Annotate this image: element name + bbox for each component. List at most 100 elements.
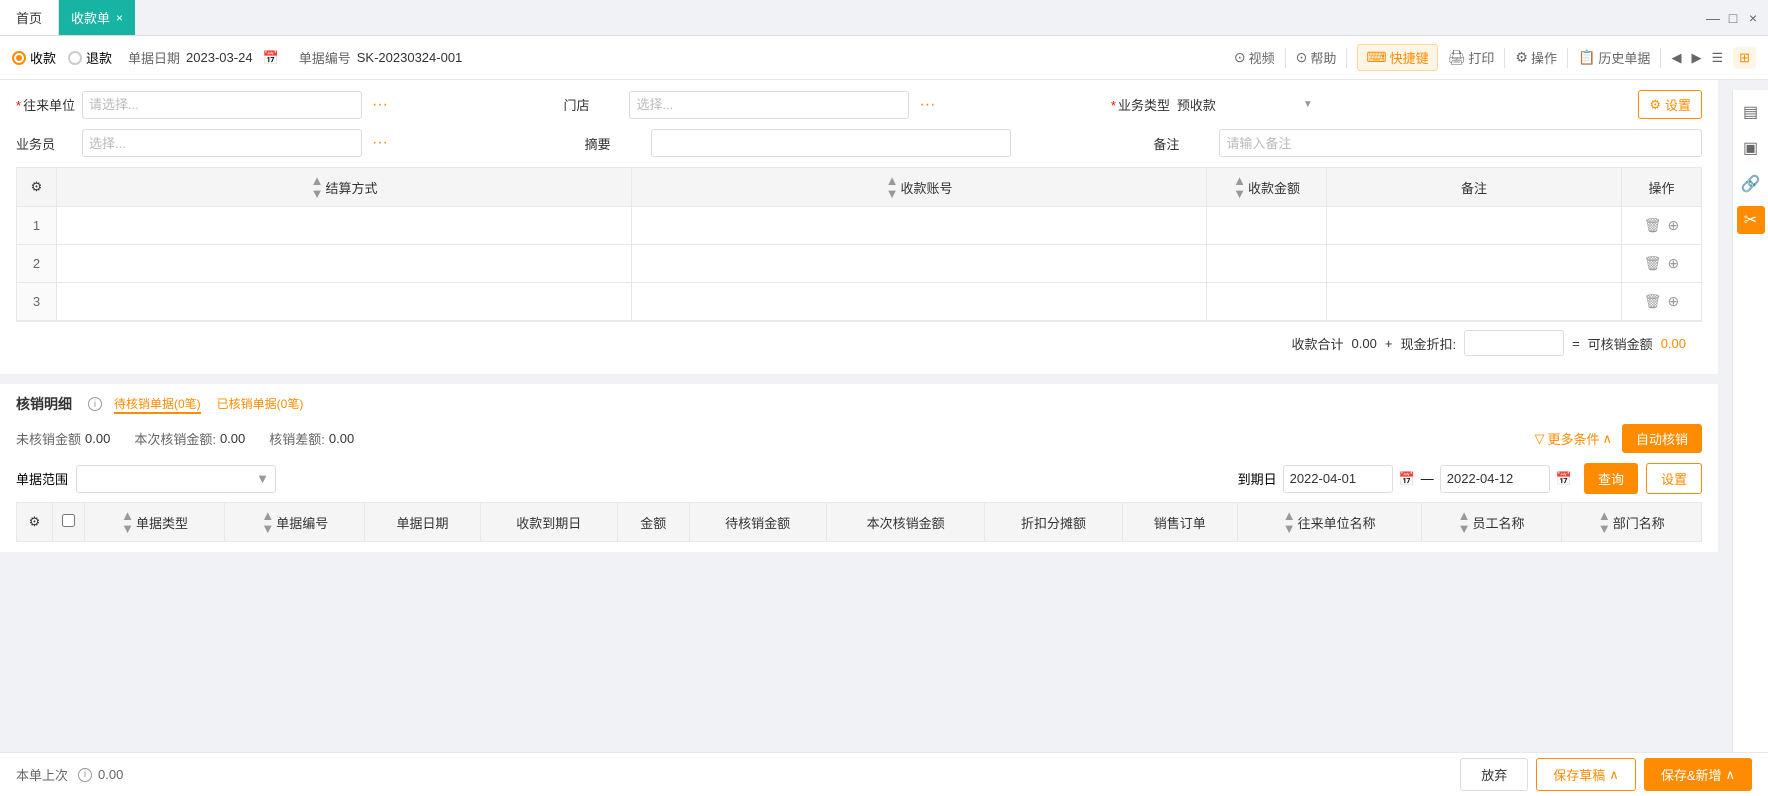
date-field: 单据日期 2023-03-24 📅 <box>128 48 283 68</box>
amount-cell-1[interactable] <box>1207 207 1327 245</box>
remark-cell-2[interactable] <box>1327 245 1622 283</box>
section-title: 核销明细 <box>16 394 72 414</box>
action-cell-3: 🗑 ⊕ <box>1622 283 1702 321</box>
staff-sort-icon[interactable]: ▲▼ <box>1458 509 1471 535</box>
more-filter-button[interactable]: ▽ 更多条件 ∧ <box>1534 429 1612 448</box>
settings-filter-button[interactable]: 设置 <box>1646 463 1702 494</box>
query-button[interactable]: 查询 <box>1584 463 1638 494</box>
radio-receipt[interactable]: 收款 <box>12 48 56 67</box>
dept-sort-icon[interactable]: ▲▼ <box>1598 509 1611 535</box>
help-button[interactable]: ⊙ 帮助 <box>1296 48 1337 67</box>
close-button[interactable]: × <box>1746 11 1760 25</box>
bottom-col-this-verify: 本次核销金额 <box>826 503 985 542</box>
amount-cell-2[interactable] <box>1207 245 1327 283</box>
account-cell-2[interactable] <box>632 245 1207 283</box>
print-button[interactable]: 🖨 打印 <box>1448 48 1495 67</box>
video-icon: ⊙ <box>1234 49 1246 66</box>
staff-more-icon[interactable]: ··· <box>368 134 392 152</box>
doc-type-sort-icon[interactable]: ▲▼ <box>121 509 134 535</box>
amount-cell-3[interactable] <box>1207 283 1327 321</box>
copy-icon-2[interactable]: ⊕ <box>1668 255 1680 272</box>
panel-icon-2[interactable]: ▣ <box>1739 134 1762 162</box>
copy-icon-3[interactable]: ⊕ <box>1668 293 1680 310</box>
settlement-sort-icon[interactable]: ▲▼ <box>311 174 324 200</box>
view-card-button[interactable]: ⊞ <box>1733 47 1756 69</box>
settlement-cell-3[interactable] <box>57 283 632 321</box>
radio-refund[interactable]: 退款 <box>68 48 112 67</box>
auto-verify-button[interactable]: 自动核销 <box>1622 424 1702 453</box>
delete-icon-1[interactable]: 🗑 <box>1644 217 1662 234</box>
partner-sort-icon[interactable]: ▲▼ <box>1283 509 1296 535</box>
account-cell-3[interactable] <box>632 283 1207 321</box>
panel-icon-3[interactable]: 🔗 <box>1737 170 1765 198</box>
divider5 <box>1660 48 1661 68</box>
nav-next-button[interactable]: ▶ <box>1691 50 1701 66</box>
remark-input[interactable] <box>1219 129 1702 157</box>
discard-button[interactable]: 放弃 <box>1460 758 1528 791</box>
maximize-button[interactable]: □ <box>1726 11 1740 25</box>
store-input[interactable] <box>629 91 909 119</box>
operation-label: 操作 <box>1531 48 1557 67</box>
operation-button[interactable]: ⚙ 操作 <box>1515 48 1557 67</box>
partner-more-icon[interactable]: ··· <box>368 96 392 114</box>
shortcut-label: 快捷键 <box>1390 48 1429 67</box>
delete-icon-3[interactable]: 🗑 <box>1644 293 1662 310</box>
date-from-input[interactable] <box>1283 465 1393 493</box>
biz-type-chevron-icon[interactable]: ▼ <box>1303 99 1313 110</box>
date-picker-icon[interactable]: 📅 <box>259 48 283 68</box>
discount-input[interactable] <box>1464 330 1564 356</box>
minimize-button[interactable]: — <box>1706 11 1720 25</box>
remark-cell-1[interactable] <box>1327 207 1622 245</box>
number-field: 单据编号 SK-20230324-001 <box>299 48 463 67</box>
summary-label: 摘要 <box>585 134 645 153</box>
bottom-col-checkbox[interactable] <box>53 503 85 542</box>
store-label: 门店 <box>563 95 623 114</box>
nav-prev-button[interactable]: ◀ <box>1671 50 1681 66</box>
bottom-col-doc-type: ▲▼ 单据类型 <box>85 503 225 542</box>
tab-close-icon[interactable]: × <box>116 11 123 25</box>
store-more-icon[interactable]: ··· <box>915 96 939 114</box>
save-draft-button[interactable]: 保存草稿 ∧ <box>1536 758 1636 791</box>
section-info-icon[interactable]: i <box>88 397 102 411</box>
settlement-cell-1[interactable] <box>57 207 632 245</box>
panel-icon-4[interactable]: ✂ <box>1737 206 1765 234</box>
shortcut-button[interactable]: ⌨ 快捷键 <box>1357 44 1437 71</box>
settlement-cell-2[interactable] <box>57 245 632 283</box>
staff-input[interactable] <box>82 129 362 157</box>
summary-input[interactable] <box>651 129 1011 157</box>
table-col-settings[interactable]: ⚙ <box>17 168 57 207</box>
history-button[interactable]: 📋 历史单据 <box>1578 48 1650 67</box>
tab-verified[interactable]: 已核销单据(0笔) <box>217 395 304 414</box>
copy-icon-1[interactable]: ⊕ <box>1668 217 1680 234</box>
bottom-table: ⚙ ▲▼ 单据类型 ▲▼ 单据编号 <box>16 502 1702 542</box>
date-to-icon[interactable]: 📅 <box>1556 471 1572 487</box>
tab-active[interactable]: 收款单 × <box>59 0 135 35</box>
view-list-button[interactable]: ☰ <box>1711 50 1723 66</box>
tab-home[interactable]: 首页 <box>0 0 59 35</box>
settings-button[interactable]: ⚙ 设置 <box>1638 90 1702 119</box>
last-info-icon[interactable]: i <box>78 768 92 782</box>
range-select[interactable]: ▼ <box>76 465 276 493</box>
save-new-button[interactable]: 保存&新增 ∧ <box>1644 758 1752 791</box>
partner-input[interactable] <box>82 91 362 119</box>
panel-icon-1[interactable]: ▤ <box>1739 98 1762 126</box>
radio-receipt-label: 收款 <box>30 48 56 67</box>
remark-cell-3[interactable] <box>1327 283 1622 321</box>
amount-sort-icon[interactable]: ▲▼ <box>1233 174 1246 200</box>
due-date-label: 到期日 <box>1238 469 1277 488</box>
video-button[interactable]: ⊙ 视频 <box>1234 48 1275 67</box>
doc-num-sort-icon[interactable]: ▲▼ <box>261 509 274 535</box>
table-col-amount: ▲▼ 收款金额 <box>1207 168 1327 207</box>
page-footer: 本单上次 i 0.00 放弃 保存草稿 ∧ 保存&新增 ∧ <box>0 752 1768 796</box>
date-to-input[interactable] <box>1440 465 1550 493</box>
range-label: 单据范围 <box>16 469 68 488</box>
delete-icon-2[interactable]: 🗑 <box>1644 255 1662 272</box>
tab-pending[interactable]: 待核销单据(0笔) <box>114 395 201 414</box>
account-cell-1[interactable] <box>632 207 1207 245</box>
footer-last-amount: 本单上次 i 0.00 <box>16 765 123 784</box>
date-from-icon[interactable]: 📅 <box>1399 471 1415 487</box>
table-row: 2 🗑 ⊕ <box>17 245 1702 283</box>
bottom-col-settings[interactable]: ⚙ <box>17 503 53 542</box>
select-all-checkbox[interactable] <box>62 514 75 527</box>
account-sort-icon[interactable]: ▲▼ <box>886 174 899 200</box>
